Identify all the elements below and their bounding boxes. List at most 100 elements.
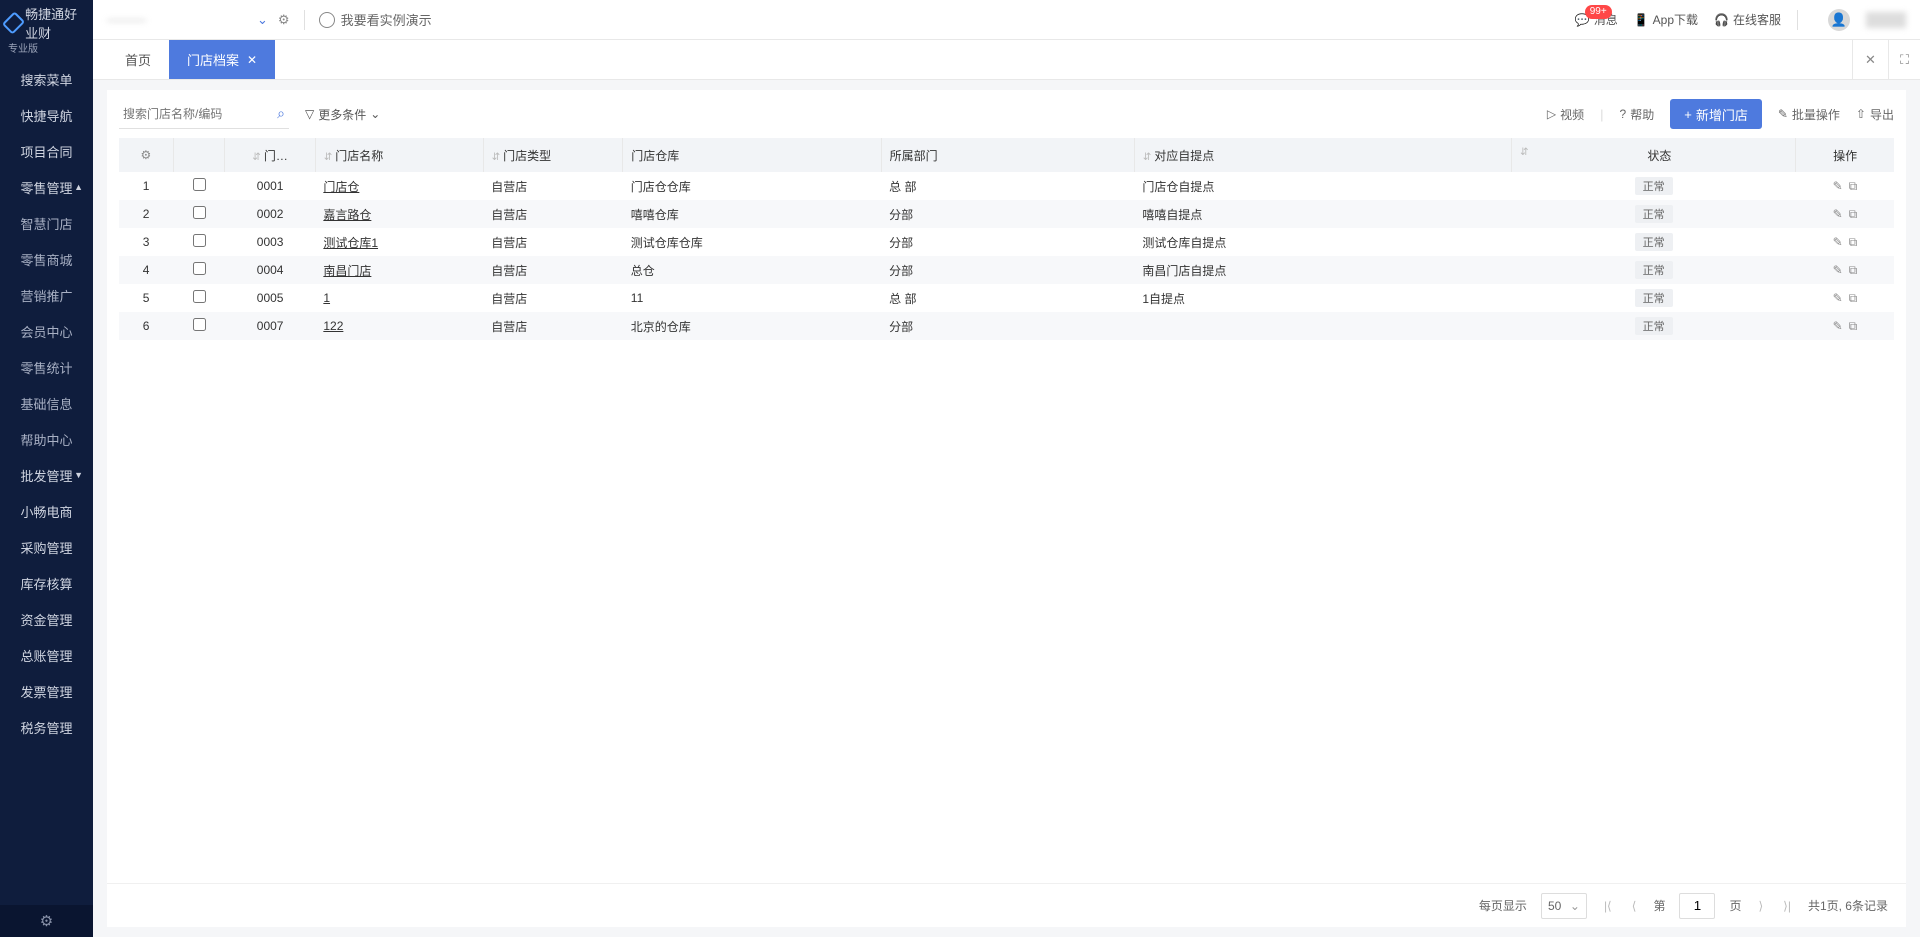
store-name-link[interactable]: 测试仓库1 bbox=[323, 236, 378, 250]
row-code: 0003 bbox=[225, 228, 315, 256]
separator bbox=[1797, 10, 1798, 30]
more-icon[interactable]: ⧉ bbox=[1849, 263, 1858, 277]
store-name-link[interactable]: 嘉言路仓 bbox=[323, 208, 371, 222]
row-dept: 总 部 bbox=[881, 172, 1134, 200]
settings-column-header[interactable]: ⚙ bbox=[119, 138, 173, 172]
page-input[interactable] bbox=[1679, 893, 1715, 919]
sidebar-subitem[interactable]: 零售统计 bbox=[0, 349, 93, 385]
row-checkbox[interactable] bbox=[193, 234, 206, 247]
sidebar: 畅捷通好业财 专业版 搜索菜单快捷导航项目合同零售管理▲智慧门店零售商城营销推广… bbox=[0, 0, 93, 937]
demo-link[interactable]: 我要看实例演示 bbox=[319, 10, 432, 29]
row-warehouse: 门店仓仓库 bbox=[623, 172, 881, 200]
sidebar-subitem[interactable]: 会员中心 bbox=[0, 313, 93, 349]
code-header[interactable]: ⇵门… bbox=[225, 138, 315, 172]
row-dept: 分部 bbox=[881, 256, 1134, 284]
page-word: 页 bbox=[1729, 897, 1741, 914]
name-header[interactable]: ⇵门店名称 bbox=[315, 138, 483, 172]
row-status: 正常 bbox=[1512, 200, 1796, 228]
avatar[interactable]: 👤 bbox=[1828, 9, 1850, 31]
store-name-link[interactable]: 1 bbox=[323, 291, 330, 305]
tab[interactable]: 门店档案✕ bbox=[169, 40, 275, 79]
edit-icon[interactable]: ✎ bbox=[1833, 291, 1843, 305]
dept-header[interactable]: 所属部门 bbox=[881, 138, 1134, 172]
sidebar-subitem[interactable]: 零售商城 bbox=[0, 241, 93, 277]
row-name: 门店仓 bbox=[315, 172, 483, 200]
download-link[interactable]: 📱 App下载 bbox=[1634, 11, 1698, 28]
sidebar-subitem[interactable]: 营销推广 bbox=[0, 277, 93, 313]
more-icon[interactable]: ⧉ bbox=[1849, 179, 1858, 193]
sidebar-item[interactable]: 零售管理▲ bbox=[0, 169, 93, 205]
sidebar-subitem[interactable]: 基础信息 bbox=[0, 385, 93, 421]
next-page-button[interactable]: ⟩ bbox=[1755, 899, 1766, 913]
sidebar-item[interactable]: 资金管理 bbox=[0, 601, 93, 637]
cloud-icon bbox=[319, 12, 335, 28]
more-icon[interactable]: ⧉ bbox=[1849, 207, 1858, 221]
edit-icon[interactable]: ✎ bbox=[1833, 263, 1843, 277]
row-checkbox[interactable] bbox=[193, 318, 206, 331]
store-name-link[interactable]: 门店仓 bbox=[323, 180, 359, 194]
add-store-button[interactable]: + 新增门店 bbox=[1670, 99, 1762, 129]
service-link[interactable]: 🎧 在线客服 bbox=[1714, 11, 1781, 28]
org-settings-icon[interactable]: ⚙ bbox=[278, 12, 290, 28]
chevron-down-icon[interactable]: ⌄ bbox=[257, 12, 268, 28]
export-button[interactable]: ⇧ 导出 bbox=[1856, 106, 1894, 123]
search-icon[interactable]: ⌕ bbox=[277, 105, 285, 122]
row-checkbox[interactable] bbox=[193, 178, 206, 191]
edit-icon[interactable]: ✎ bbox=[1833, 235, 1843, 249]
last-page-button[interactable]: ⟩| bbox=[1780, 899, 1794, 913]
sidebar-item[interactable]: 发票管理 bbox=[0, 673, 93, 709]
edit-icon[interactable]: ✎ bbox=[1833, 207, 1843, 221]
sidebar-item[interactable]: 批发管理▼ bbox=[0, 457, 93, 493]
search-input[interactable] bbox=[119, 99, 289, 129]
fullscreen-button[interactable]: ⛶ bbox=[1888, 40, 1920, 79]
sidebar-item[interactable]: 采购管理 bbox=[0, 529, 93, 565]
stores-table: ⚙ ⇵门… ⇵门店名称 ⇵门店类型 门店仓库 所属部门 ⇵对应自提点 ⇵状态 操… bbox=[119, 138, 1894, 340]
row-checkbox[interactable] bbox=[193, 206, 206, 219]
more-icon[interactable]: ⧉ bbox=[1849, 319, 1858, 333]
store-name-link[interactable]: 122 bbox=[323, 319, 343, 333]
row-index: 1 bbox=[119, 172, 173, 200]
type-header[interactable]: ⇵门店类型 bbox=[483, 138, 623, 172]
row-pickup: 测试仓库自提点 bbox=[1134, 228, 1511, 256]
per-page-select[interactable]: 50 ⌄ bbox=[1541, 893, 1587, 919]
plus-icon: + bbox=[1684, 107, 1692, 122]
store-name-link[interactable]: 南昌门店 bbox=[323, 264, 371, 278]
row-checkbox[interactable] bbox=[193, 262, 206, 275]
sidebar-item[interactable]: 小畅电商 bbox=[0, 493, 93, 529]
status-header[interactable]: ⇵状态 bbox=[1512, 138, 1796, 172]
sidebar-item[interactable]: 总账管理 bbox=[0, 637, 93, 673]
chevron-down-icon: ⌄ bbox=[370, 107, 380, 121]
video-link[interactable]: ▷ 视频 bbox=[1547, 106, 1584, 123]
row-name: 嘉言路仓 bbox=[315, 200, 483, 228]
warehouse-header[interactable]: 门店仓库 bbox=[623, 138, 881, 172]
more-filter-button[interactable]: ▽ 更多条件 ⌄ bbox=[305, 106, 380, 123]
close-tab-button[interactable]: ✕ bbox=[1852, 40, 1888, 79]
messages-link[interactable]: 💬 消息 99+ bbox=[1575, 11, 1618, 28]
row-checkbox-cell bbox=[173, 200, 225, 228]
brand-edition: 专业版 bbox=[0, 40, 93, 55]
more-icon[interactable]: ⧉ bbox=[1849, 235, 1858, 249]
sidebar-subitem[interactable]: 智慧门店 bbox=[0, 205, 93, 241]
first-page-button[interactable]: |⟨ bbox=[1601, 899, 1615, 913]
sidebar-settings[interactable]: ⚙ bbox=[0, 905, 93, 937]
row-pickup: 嘻嘻自提点 bbox=[1134, 200, 1511, 228]
status-badge: 正常 bbox=[1635, 317, 1673, 335]
sidebar-item[interactable]: 项目合同 bbox=[0, 133, 93, 169]
sidebar-item[interactable]: 库存核算 bbox=[0, 565, 93, 601]
sidebar-item[interactable]: 税务管理 bbox=[0, 709, 93, 745]
logo-icon bbox=[2, 11, 25, 34]
edit-icon[interactable]: ✎ bbox=[1833, 319, 1843, 333]
sidebar-item[interactable]: 搜索菜单 bbox=[0, 61, 93, 97]
sidebar-item[interactable]: 快捷导航 bbox=[0, 97, 93, 133]
chevron-icon: ▲ bbox=[74, 182, 83, 192]
edit-icon[interactable]: ✎ bbox=[1833, 179, 1843, 193]
tab[interactable]: 首页 bbox=[107, 40, 169, 79]
sidebar-subitem[interactable]: 帮助中心 bbox=[0, 421, 93, 457]
more-icon[interactable]: ⧉ bbox=[1849, 291, 1858, 305]
batch-button[interactable]: ✎ 批量操作 bbox=[1778, 106, 1840, 123]
prev-page-button[interactable]: ⟨ bbox=[1629, 899, 1640, 913]
row-checkbox[interactable] bbox=[193, 290, 206, 303]
close-icon[interactable]: ✕ bbox=[247, 53, 257, 67]
pickup-header[interactable]: ⇵对应自提点 bbox=[1134, 138, 1511, 172]
help-link[interactable]: ? 帮助 bbox=[1620, 106, 1655, 123]
